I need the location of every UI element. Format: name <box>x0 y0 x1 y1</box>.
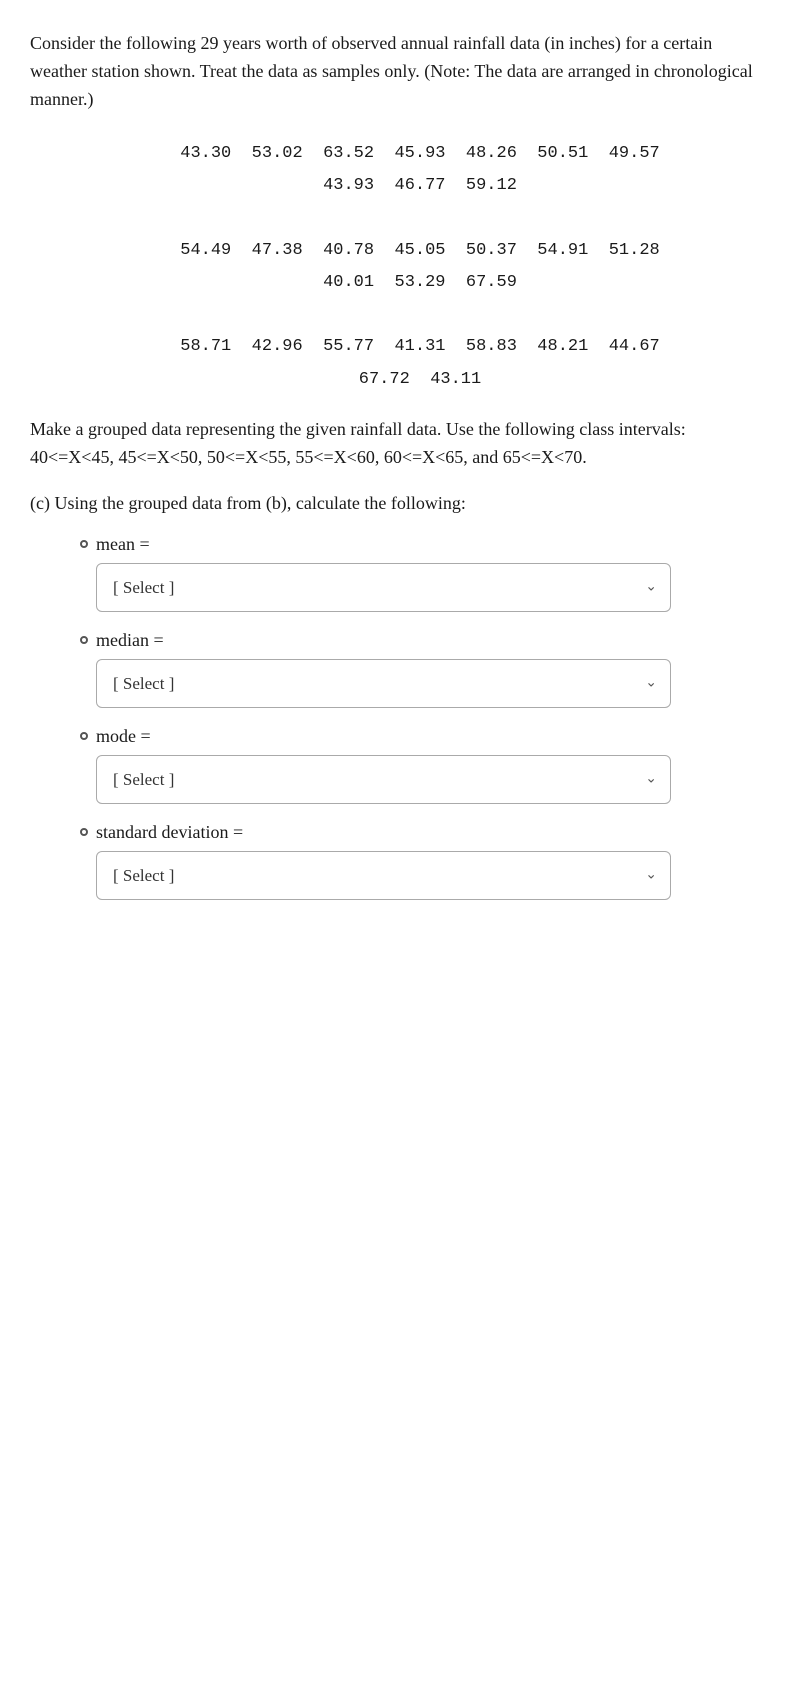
mean-label: mean = <box>80 534 770 555</box>
sd-dot <box>80 828 88 836</box>
mean-item: mean = [ Select ] 47.5 49.5 50.0 50.5 51… <box>80 534 770 612</box>
data-row-3: 54.49 47.38 40.78 45.05 50.37 54.91 51.2… <box>70 235 770 267</box>
mode-dot <box>80 732 88 740</box>
data-block: 43.30 53.02 63.52 45.93 48.26 50.51 49.5… <box>70 138 770 396</box>
median-label: median = <box>80 630 770 651</box>
sd-select-wrapper: [ Select ] 7.5 7.8 8.0 8.5 9.0 9.5 ⌄ <box>96 851 671 900</box>
part-c-label: (c) Using the grouped data from (b), cal… <box>30 490 770 518</box>
mode-label-text: mode = <box>96 726 151 747</box>
sd-select[interactable]: [ Select ] 7.5 7.8 8.0 8.5 9.0 9.5 <box>96 851 671 900</box>
median-dot <box>80 636 88 644</box>
median-select-wrapper: [ Select ] 47.5 49.5 50.0 50.5 51.0 52.0… <box>96 659 671 708</box>
sd-item: standard deviation = [ Select ] 7.5 7.8 … <box>80 822 770 900</box>
mean-select-wrapper: [ Select ] 47.5 49.5 50.0 50.5 51.0 52.0… <box>96 563 671 612</box>
data-row-1: 43.30 53.02 63.52 45.93 48.26 50.51 49.5… <box>70 138 770 170</box>
mode-select[interactable]: [ Select ] 45-50 50-55 47.5-52.5 47.5 52… <box>96 755 671 804</box>
mode-label: mode = <box>80 726 770 747</box>
sd-label: standard deviation = <box>80 822 770 843</box>
median-select[interactable]: [ Select ] 47.5 49.5 50.0 50.5 51.0 52.0… <box>96 659 671 708</box>
grouped-data-text: Make a grouped data representing the giv… <box>30 416 770 472</box>
mode-select-wrapper: [ Select ] 45-50 50-55 47.5-52.5 47.5 52… <box>96 755 671 804</box>
data-row-2: 43.93 46.77 59.12 <box>70 170 770 202</box>
data-row-6: 67.72 43.11 <box>70 364 770 396</box>
data-row-4: 40.01 53.29 67.59 <box>70 267 770 299</box>
mean-dot <box>80 540 88 548</box>
median-item: median = [ Select ] 47.5 49.5 50.0 50.5 … <box>80 630 770 708</box>
mean-select[interactable]: [ Select ] 47.5 49.5 50.0 50.5 51.0 52.0… <box>96 563 671 612</box>
median-label-text: median = <box>96 630 164 651</box>
mean-label-text: mean = <box>96 534 150 555</box>
bullet-list: mean = [ Select ] 47.5 49.5 50.0 50.5 51… <box>80 534 770 900</box>
data-row-5: 58.71 42.96 55.77 41.31 58.83 48.21 44.6… <box>70 331 770 363</box>
sd-label-text: standard deviation = <box>96 822 243 843</box>
mode-item: mode = [ Select ] 45-50 50-55 47.5-52.5 … <box>80 726 770 804</box>
intro-paragraph: Consider the following 29 years worth of… <box>30 30 770 114</box>
